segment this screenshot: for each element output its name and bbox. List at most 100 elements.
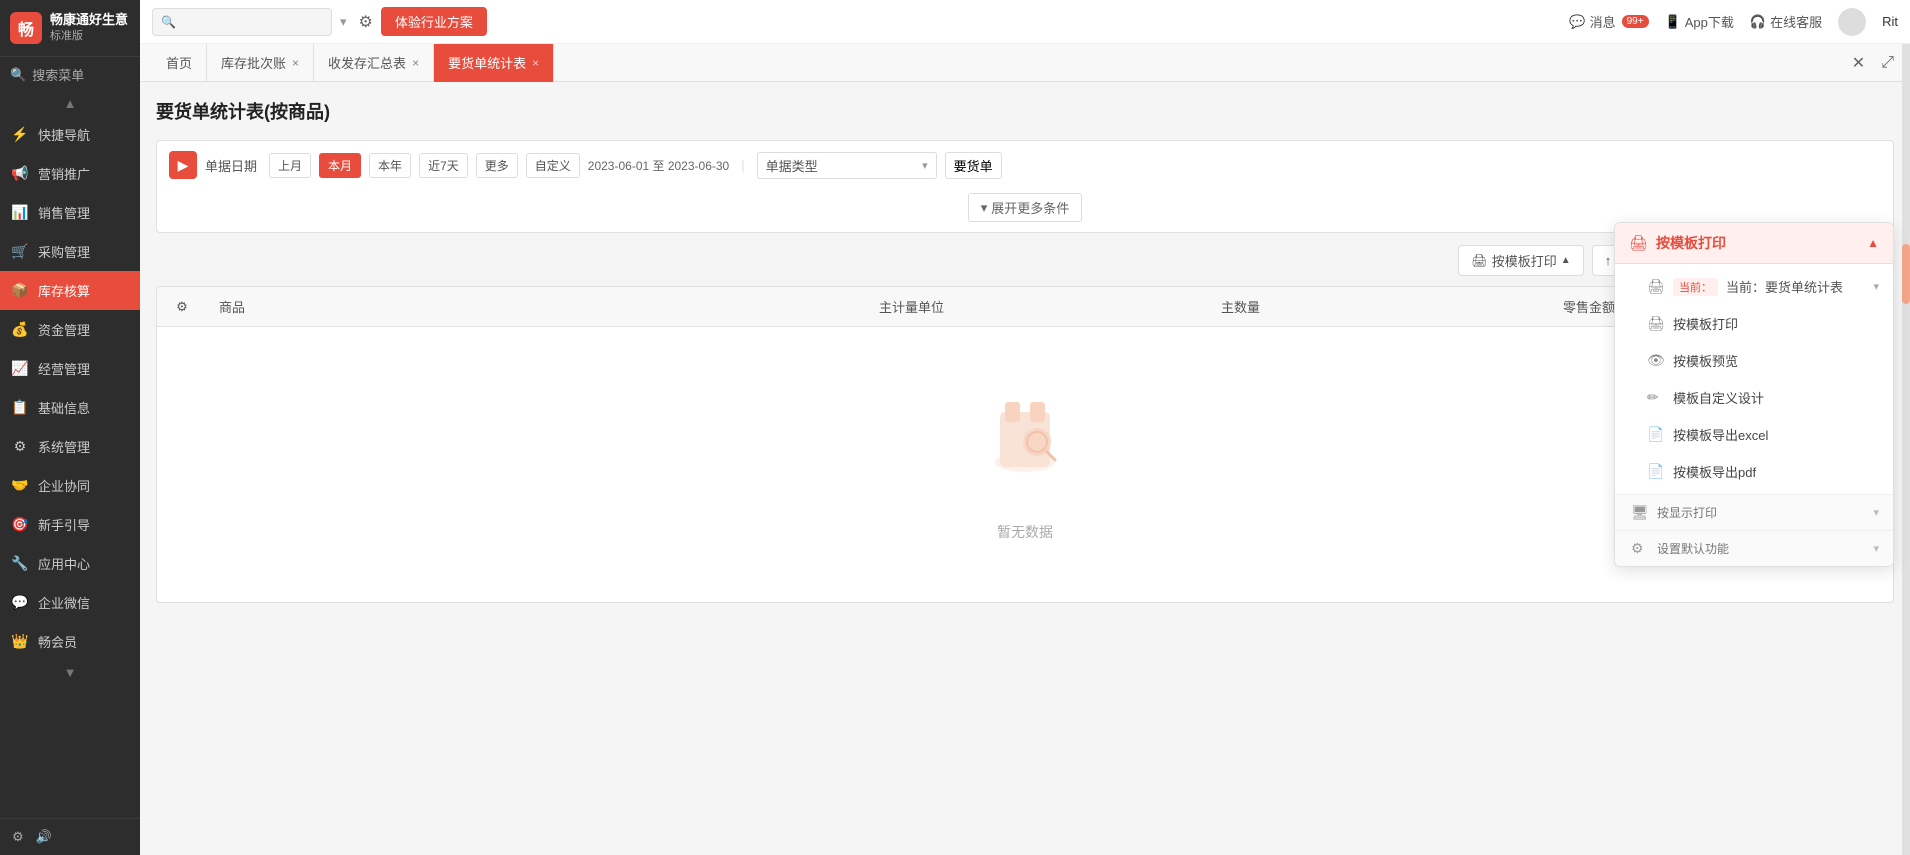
sidebar-item-label: 库存核算 xyxy=(38,281,130,300)
finance-icon: 💰 xyxy=(10,321,30,338)
filter-expand-icon[interactable]: ▶ xyxy=(169,151,197,179)
topbar-chevron-icon[interactable]: ▾ xyxy=(340,14,347,30)
dropdown-header-arrow-icon: ▲ xyxy=(1867,236,1879,250)
sidebar-item-label: 新手引导 xyxy=(38,515,130,534)
tab-batch-label: 库存批次账 xyxy=(221,53,286,72)
sidebar-search[interactable]: 🔍 搜索菜单 xyxy=(0,57,140,92)
sidebar-nav: ▲ ⚡ 快捷导航 📢 营销推广 📊 销售管理 🛒 采购管理 📦 库存核算 💰 资… xyxy=(0,92,140,818)
search-icon: 🔍 xyxy=(10,67,26,83)
message-badge: 99+ xyxy=(1622,15,1649,28)
sidebar-item-purchase[interactable]: 🛒 采购管理 xyxy=(0,232,140,271)
sidebar-item-basic[interactable]: 📋 基础信息 xyxy=(0,388,140,427)
message-icon: 💬 xyxy=(1569,14,1585,30)
expand-more-label: 展开更多条件 xyxy=(991,198,1069,217)
inventory-icon: 📦 xyxy=(10,282,30,299)
dropdown-current-item[interactable]: 🖨 当前： 当前：要货单统计表 ▾ xyxy=(1615,268,1893,305)
app-subtitle: 标准版 xyxy=(50,29,128,43)
tab-summary[interactable]: 收发存汇总表 × xyxy=(314,44,434,82)
order-type-label: 要货单 xyxy=(954,156,993,175)
sidebar-item-sales[interactable]: 📊 销售管理 xyxy=(0,193,140,232)
sidebar: 畅 畅康通好生意 标准版 🔍 搜索菜单 ▲ ⚡ 快捷导航 📢 营销推广 📊 销售… xyxy=(0,0,140,855)
app-logo-icon: 畅 xyxy=(10,12,42,44)
sidebar-item-label: 采购管理 xyxy=(38,242,130,261)
sidebar-item-wechat[interactable]: 💬 企业微信 xyxy=(0,583,140,622)
sidebar-item-shortcut[interactable]: ⚡ 快捷导航 xyxy=(0,115,140,154)
right-scrollbar[interactable] xyxy=(1902,44,1910,855)
col-unit: 主计量单位 xyxy=(867,297,1209,316)
sidebar-item-label: 销售管理 xyxy=(38,203,130,222)
print-dropdown: 🖨 按模板打印 ▲ 🖨 当前： 当前：要货单统计表 ▾ 🖨 按模板打印 👁 按模 xyxy=(1614,222,1894,567)
sidebar-item-finance[interactable]: 💰 资金管理 xyxy=(0,310,140,349)
sidebar-item-marketing[interactable]: 📢 营销推广 xyxy=(0,154,140,193)
sidebar-item-member[interactable]: 👑 畅会员 xyxy=(0,622,140,661)
username-label: Rit xyxy=(1882,14,1898,29)
display-print-arrow-icon: ▾ xyxy=(1873,506,1879,519)
dropdown-item-template-print[interactable]: 🖨 按模板打印 xyxy=(1615,305,1893,342)
user-avatar[interactable] xyxy=(1838,8,1866,36)
scrollbar-thumb[interactable] xyxy=(1902,244,1910,304)
speaker-icon[interactable]: 🔊 xyxy=(36,829,52,845)
doc-type-select[interactable]: 单据类型 ▾ xyxy=(757,152,937,179)
tab-maximize-btn[interactable]: ⤢ xyxy=(1877,50,1898,76)
template-print-label: 按模板打印 xyxy=(1673,314,1879,333)
sidebar-item-label: 畅会员 xyxy=(38,632,130,651)
wechat-icon: 💬 xyxy=(10,594,30,611)
page-title: 要货单统计表(按商品) xyxy=(156,98,1894,124)
date-btn-current-year[interactable]: 本年 xyxy=(369,153,411,178)
current-arrow-icon: ▾ xyxy=(1873,280,1879,293)
date-btn-more[interactable]: 更多 xyxy=(476,153,518,178)
dropdown-header[interactable]: 🖨 按模板打印 ▲ xyxy=(1615,223,1893,264)
sidebar-logo: 畅 畅康通好生意 标准版 xyxy=(0,0,140,57)
export-excel-label: 按模板导出excel xyxy=(1673,425,1879,444)
app-download-btn[interactable]: 📱 App下载 xyxy=(1665,12,1734,31)
message-btn[interactable]: 💬 消息 99+ xyxy=(1569,12,1648,31)
expand-more-btn[interactable]: ▾ 展开更多条件 xyxy=(968,193,1083,222)
dropdown-item-template-design[interactable]: ✏ 模板自定义设计 xyxy=(1615,379,1893,416)
dropdown-set-default[interactable]: ⚙ 设置默认功能 ▾ xyxy=(1615,530,1893,566)
template-preview-icon: 👁 xyxy=(1647,352,1663,369)
sidebar-item-label: 企业协同 xyxy=(38,476,130,495)
print-template-btn[interactable]: 🖨 按模板打印 ▲ xyxy=(1458,245,1583,276)
tab-home[interactable]: 首页 xyxy=(152,44,207,82)
settings-icon[interactable]: ⚙ xyxy=(12,829,24,845)
date-btn-custom[interactable]: 自定义 xyxy=(526,153,580,178)
topbar-settings-icon[interactable]: ⚙ xyxy=(359,12,373,32)
sidebar-bottom: ⚙ 🔊 xyxy=(0,818,140,855)
sidebar-item-guide[interactable]: 🎯 新手引导 xyxy=(0,505,140,544)
app-download-label: App下载 xyxy=(1685,12,1734,31)
date-btn-7days[interactable]: 近7天 xyxy=(419,153,468,178)
sidebar-item-operation[interactable]: 📈 经营管理 xyxy=(0,349,140,388)
col-qty: 主数量 xyxy=(1209,297,1551,316)
tab-order-stats-close[interactable]: × xyxy=(532,56,539,70)
order-type-tag[interactable]: 要货单 xyxy=(945,152,1002,179)
tab-close-btn[interactable]: ✕ xyxy=(1848,49,1869,77)
scroll-down-btn[interactable]: ▼ xyxy=(0,661,140,684)
dropdown-display-print[interactable]: 🖥 按显示打印 ▾ xyxy=(1615,494,1893,530)
set-default-label: 设置默认功能 xyxy=(1657,540,1873,557)
tab-order-stats[interactable]: 要货单统计表 × xyxy=(434,44,554,82)
tab-batch-close[interactable]: × xyxy=(292,56,299,70)
dropdown-item-template-preview[interactable]: 👁 按模板预览 xyxy=(1615,342,1893,379)
sidebar-item-cooperation[interactable]: 🤝 企业协同 xyxy=(0,466,140,505)
dropdown-item-export-excel[interactable]: 📄 按模板导出excel xyxy=(1615,416,1893,453)
sidebar-item-apps[interactable]: 🔧 应用中心 xyxy=(0,544,140,583)
scroll-up-btn[interactable]: ▲ xyxy=(0,92,140,115)
basic-icon: 📋 xyxy=(10,399,30,416)
topbar-search[interactable]: 🔍 xyxy=(152,8,332,36)
app-download-icon: 📱 xyxy=(1665,14,1681,30)
doc-type-arrow-icon: ▾ xyxy=(922,159,928,172)
message-label: 消息 xyxy=(1590,12,1616,31)
dropdown-item-export-pdf[interactable]: 📄 按模板导出pdf xyxy=(1615,453,1893,490)
experience-btn[interactable]: 体验行业方案 xyxy=(381,7,487,36)
date-btn-current-month[interactable]: 本月 xyxy=(319,153,361,178)
sidebar-item-inventory[interactable]: 📦 库存核算 xyxy=(0,271,140,310)
tab-batch[interactable]: 库存批次账 × xyxy=(207,44,314,82)
cooperation-icon: 🤝 xyxy=(10,477,30,494)
expand-more-icon: ▾ xyxy=(981,200,988,216)
sidebar-item-label: 系统管理 xyxy=(38,437,130,456)
online-service-btn[interactable]: 🎧 在线客服 xyxy=(1750,12,1822,31)
tab-summary-close[interactable]: × xyxy=(412,56,419,70)
sidebar-item-system[interactable]: ⚙ 系统管理 xyxy=(0,427,140,466)
date-btn-last-month[interactable]: 上月 xyxy=(269,153,311,178)
col-settings[interactable]: ⚙ xyxy=(157,299,207,315)
